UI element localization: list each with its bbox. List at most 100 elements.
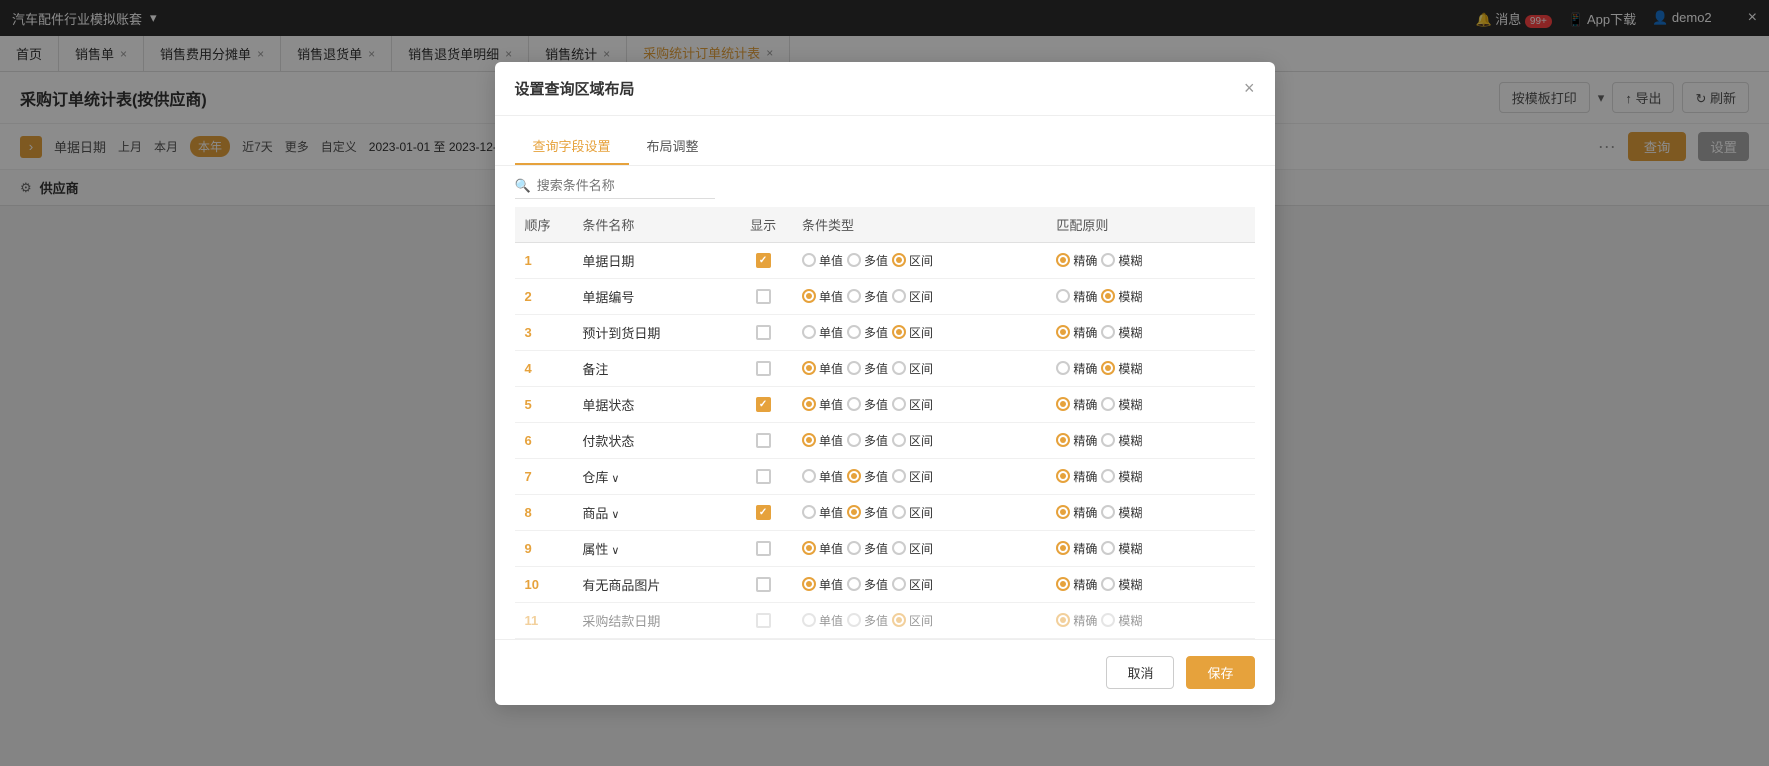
radio-circle[interactable] (1101, 253, 1115, 267)
radio-item[interactable]: 多值 (847, 252, 888, 269)
radio-circle[interactable] (892, 505, 906, 519)
radio-item[interactable]: 单值 (802, 252, 843, 269)
radio-circle[interactable] (847, 469, 861, 483)
radio-circle[interactable] (802, 577, 816, 591)
radio-circle[interactable] (892, 253, 906, 267)
radio-circle[interactable] (802, 361, 816, 375)
radio-item[interactable]: 精确 (1056, 360, 1097, 377)
radio-item[interactable]: 精确 (1056, 540, 1097, 557)
radio-circle[interactable] (892, 433, 906, 447)
radio-circle[interactable] (1101, 433, 1115, 447)
radio-item[interactable]: 区间 (892, 360, 933, 377)
radio-item[interactable]: 多值 (847, 468, 888, 485)
radio-circle[interactable] (1101, 397, 1115, 411)
display-checkbox[interactable] (756, 613, 771, 628)
radio-circle[interactable] (802, 541, 816, 555)
radio-item[interactable]: 模糊 (1101, 576, 1142, 593)
radio-circle[interactable] (802, 289, 816, 303)
radio-item[interactable]: 多值 (847, 360, 888, 377)
radio-item[interactable]: 单值 (802, 576, 843, 593)
radio-circle[interactable] (847, 325, 861, 339)
radio-circle[interactable] (1056, 361, 1070, 375)
radio-item[interactable]: 精确 (1056, 576, 1097, 593)
radio-item[interactable]: 精确 (1056, 288, 1097, 305)
radio-item[interactable]: 模糊 (1101, 468, 1142, 485)
radio-circle[interactable] (1101, 613, 1115, 627)
radio-item[interactable]: 区间 (892, 468, 933, 485)
radio-circle[interactable] (1101, 505, 1115, 519)
modal-tab-query-fields[interactable]: 查询字段设置 (515, 128, 629, 165)
radio-circle[interactable] (847, 289, 861, 303)
radio-item[interactable]: 区间 (892, 288, 933, 305)
radio-item[interactable]: 模糊 (1101, 504, 1142, 521)
radio-circle[interactable] (1056, 325, 1070, 339)
radio-circle[interactable] (847, 397, 861, 411)
radio-item[interactable]: 区间 (892, 540, 933, 557)
radio-item[interactable]: 单值 (802, 360, 843, 377)
radio-item[interactable]: 精确 (1056, 432, 1097, 449)
radio-item[interactable]: 多值 (847, 612, 888, 629)
radio-circle[interactable] (1101, 325, 1115, 339)
radio-item[interactable]: 区间 (892, 504, 933, 521)
display-checkbox[interactable] (756, 397, 771, 412)
radio-circle[interactable] (1056, 613, 1070, 627)
radio-item[interactable]: 区间 (892, 396, 933, 413)
display-checkbox[interactable] (756, 577, 771, 592)
radio-item[interactable]: 精确 (1056, 612, 1097, 629)
radio-item[interactable]: 单值 (802, 324, 843, 341)
radio-circle[interactable] (892, 397, 906, 411)
radio-circle[interactable] (847, 433, 861, 447)
save-button[interactable]: 保存 (1186, 656, 1254, 689)
display-checkbox[interactable] (756, 325, 771, 340)
display-checkbox[interactable] (756, 541, 771, 556)
radio-item[interactable]: 多值 (847, 324, 888, 341)
radio-item[interactable]: 区间 (892, 324, 933, 341)
display-checkbox[interactable] (756, 289, 771, 304)
radio-circle[interactable] (1056, 469, 1070, 483)
radio-circle[interactable] (802, 613, 816, 627)
radio-circle[interactable] (1101, 577, 1115, 591)
radio-item[interactable]: 模糊 (1101, 432, 1142, 449)
radio-circle[interactable] (892, 325, 906, 339)
display-checkbox[interactable] (756, 433, 771, 448)
radio-circle[interactable] (1056, 397, 1070, 411)
radio-circle[interactable] (847, 505, 861, 519)
radio-circle[interactable] (1056, 505, 1070, 519)
radio-circle[interactable] (892, 469, 906, 483)
radio-circle[interactable] (1056, 541, 1070, 555)
radio-item[interactable]: 单值 (802, 432, 843, 449)
radio-circle[interactable] (847, 613, 861, 627)
radio-item[interactable]: 多值 (847, 288, 888, 305)
radio-item[interactable]: 精确 (1056, 252, 1097, 269)
display-checkbox[interactable] (756, 253, 771, 268)
radio-item[interactable]: 多值 (847, 504, 888, 521)
radio-circle[interactable] (892, 289, 906, 303)
radio-item[interactable]: 模糊 (1101, 288, 1142, 305)
radio-item[interactable]: 区间 (892, 252, 933, 269)
radio-circle[interactable] (1056, 577, 1070, 591)
radio-item[interactable]: 单值 (802, 288, 843, 305)
radio-circle[interactable] (847, 361, 861, 375)
radio-item[interactable]: 精确 (1056, 396, 1097, 413)
radio-item[interactable]: 单值 (802, 540, 843, 557)
search-input[interactable] (537, 178, 697, 193)
radio-item[interactable]: 多值 (847, 396, 888, 413)
radio-item[interactable]: 单值 (802, 396, 843, 413)
radio-item[interactable]: 单值 (802, 504, 843, 521)
radio-item[interactable]: 单值 (802, 612, 843, 629)
radio-circle[interactable] (847, 253, 861, 267)
radio-item[interactable]: 精确 (1056, 468, 1097, 485)
radio-circle[interactable] (847, 577, 861, 591)
radio-circle[interactable] (892, 613, 906, 627)
radio-circle[interactable] (892, 361, 906, 375)
radio-item[interactable]: 模糊 (1101, 252, 1142, 269)
radio-circle[interactable] (1101, 541, 1115, 555)
radio-circle[interactable] (1056, 433, 1070, 447)
radio-circle[interactable] (1101, 289, 1115, 303)
display-checkbox[interactable] (756, 361, 771, 376)
radio-item[interactable]: 精确 (1056, 324, 1097, 341)
radio-circle[interactable] (892, 577, 906, 591)
radio-circle[interactable] (1056, 253, 1070, 267)
radio-item[interactable]: 模糊 (1101, 360, 1142, 377)
display-checkbox[interactable] (756, 469, 771, 484)
